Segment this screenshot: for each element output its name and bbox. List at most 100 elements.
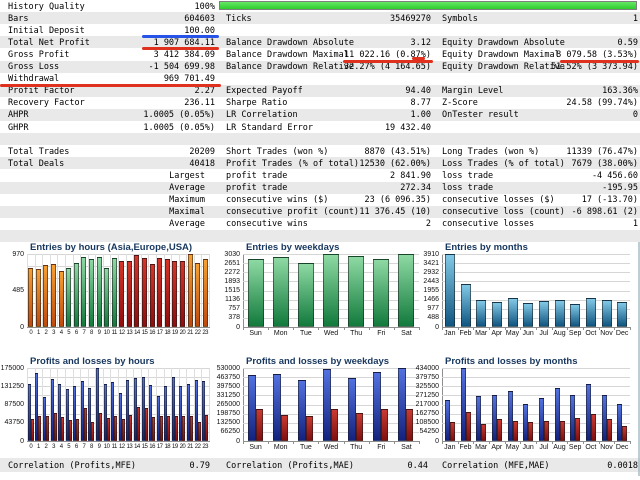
losses-bar xyxy=(114,415,118,441)
stat-value: -1 504 699.98 xyxy=(148,62,215,72)
correlation-profits-mfe-value: 0.79 xyxy=(189,461,210,471)
gridline xyxy=(442,368,630,369)
losses-bar xyxy=(167,416,171,441)
stat-value: 3 412 384.09 xyxy=(153,49,215,60)
stat-label: Average xyxy=(169,183,205,193)
entry-bar xyxy=(507,298,518,327)
y-axis-tick-label: 325500 xyxy=(415,382,439,390)
entry-bar xyxy=(43,264,49,327)
entry-bar xyxy=(617,301,628,327)
stat-value: 236.11 xyxy=(184,98,215,109)
entry-bar xyxy=(142,258,148,327)
gridline xyxy=(243,368,419,369)
stats-row: Total Trades 20209 Short Trades (won %) 887… xyxy=(0,145,640,157)
stat-value: 23 (6 096.35) xyxy=(364,195,431,206)
losses-bar xyxy=(106,418,110,441)
stat-value: 40418 xyxy=(189,158,215,169)
stats-row: Largest profit trade 2 841.90 loss trade -4 … xyxy=(0,169,640,181)
losses-bar xyxy=(91,422,95,441)
marker-red-total-net-profit xyxy=(142,46,219,50)
chart-title: Profits and losses by weekdays xyxy=(246,356,390,367)
stat-value: 8 079.58 (3.53%) xyxy=(556,49,638,60)
gridline xyxy=(442,254,630,255)
entry-bar xyxy=(172,260,178,327)
y-axis-tick-label: 463750 xyxy=(216,373,240,381)
stat-value: 11 376.45 (10) xyxy=(359,207,431,218)
losses-bar xyxy=(182,415,186,441)
entry-bar xyxy=(66,268,72,327)
y-axis-tick-label: 0 xyxy=(20,437,24,445)
losses-bar xyxy=(45,415,49,441)
entry-bar xyxy=(554,299,565,327)
losses-bar xyxy=(68,419,72,441)
stats-row: Total Deals 40418 Profit Trades (% of tota… xyxy=(0,157,640,170)
stat-value: 0.59 xyxy=(617,37,638,48)
losses-bar xyxy=(61,417,65,441)
stat-value: 604603 xyxy=(184,13,215,24)
losses-bar xyxy=(331,409,338,441)
losses-bar xyxy=(622,425,628,441)
y-axis-tick-label: 2651 xyxy=(224,259,240,267)
stat-value: 1.0005 (0.05%) xyxy=(143,122,215,133)
entry-bar xyxy=(157,258,163,327)
losses-bar xyxy=(159,416,163,441)
y-axis-tick-label: 198750 xyxy=(216,410,240,418)
chart-entries-by-hours: Entries by hours (Asia,Europe,USA) 970 48… xyxy=(0,242,213,352)
stat-value: 24.58 (99.74%) xyxy=(566,98,638,109)
stat-value: 12530 (62.00%) xyxy=(359,158,431,169)
y-axis-tick-label: 434000 xyxy=(415,364,439,372)
stat-value: 11 022.16 (0.87%) xyxy=(344,49,431,60)
stat-value: 8.77 xyxy=(410,98,431,109)
entry-bar xyxy=(88,259,94,327)
losses-bar xyxy=(465,412,471,441)
losses-bar xyxy=(205,415,209,441)
stat-value: 272.34 xyxy=(400,183,431,193)
y-axis-tick-label: 131250 xyxy=(0,382,24,390)
stat-value: -6 898.61 (2) xyxy=(571,207,638,218)
stat-value: 163.36% xyxy=(602,86,638,97)
y-axis-tick-label: 488 xyxy=(427,314,439,322)
marker-blue-initial-deposit xyxy=(142,34,219,38)
chart-title: Entries by hours (Asia,Europe,USA) xyxy=(30,242,193,253)
stat-label: Average xyxy=(169,219,205,230)
marker-red-balance-drawdown-maximal xyxy=(343,59,433,63)
stat-value: 1 xyxy=(632,219,638,230)
stats-row: GHPR 1.0005 (0.05%) LR Standard Error 19 43… xyxy=(0,121,640,133)
profits-bar xyxy=(323,369,331,441)
profits-bar xyxy=(348,377,357,441)
y-axis-tick-label: 1893 xyxy=(224,277,240,285)
y-axis-tick-label: 43750 xyxy=(4,419,24,427)
y-axis-tick-label: 2932 xyxy=(423,268,439,276)
y-axis-tick-label: 132500 xyxy=(216,419,240,427)
losses-bar xyxy=(512,421,518,441)
y-axis-tick-label: 175000 xyxy=(0,364,24,372)
x-axis-category-label: Dec xyxy=(615,444,629,451)
gridline xyxy=(442,386,630,388)
y-axis-tick-label: 378 xyxy=(228,314,240,322)
losses-bar xyxy=(136,407,140,441)
losses-bar xyxy=(481,423,487,441)
stats-row: Average consecutive wins 2 consecutive loss… xyxy=(0,218,640,230)
profits-bar xyxy=(398,368,407,441)
entry-bar xyxy=(96,256,102,327)
stat-value: 35469270 xyxy=(390,13,431,24)
y-axis-tick-label: 162750 xyxy=(415,410,439,418)
stat-value: 969 701.49 xyxy=(163,74,215,85)
chart-profits-losses-by-months: Profits and losses by months 434000 37975… xyxy=(414,356,638,466)
gridline xyxy=(442,272,630,274)
chart-title: Entries by weekdays xyxy=(246,242,340,253)
gridline xyxy=(442,281,630,283)
stat-value: 3.12 xyxy=(410,37,431,48)
y-axis-tick-label: 87500 xyxy=(4,401,24,408)
losses-bar xyxy=(496,418,502,441)
stat-value: 94.40 xyxy=(405,86,431,97)
chart-profits-losses-by-hours: Profits and losses by hours 175000 131250… xyxy=(0,356,213,466)
stat-value: 8870 (43.51%) xyxy=(364,146,431,157)
entry-bar xyxy=(164,258,170,327)
stat-value: 19 432.40 xyxy=(384,122,431,133)
correlation-profits-mae-value: 0.44 xyxy=(407,461,428,471)
entry-bar xyxy=(51,264,57,327)
history-quality-progress-bar xyxy=(219,1,637,10)
losses-bar xyxy=(30,419,34,441)
entry-bar xyxy=(58,271,64,327)
